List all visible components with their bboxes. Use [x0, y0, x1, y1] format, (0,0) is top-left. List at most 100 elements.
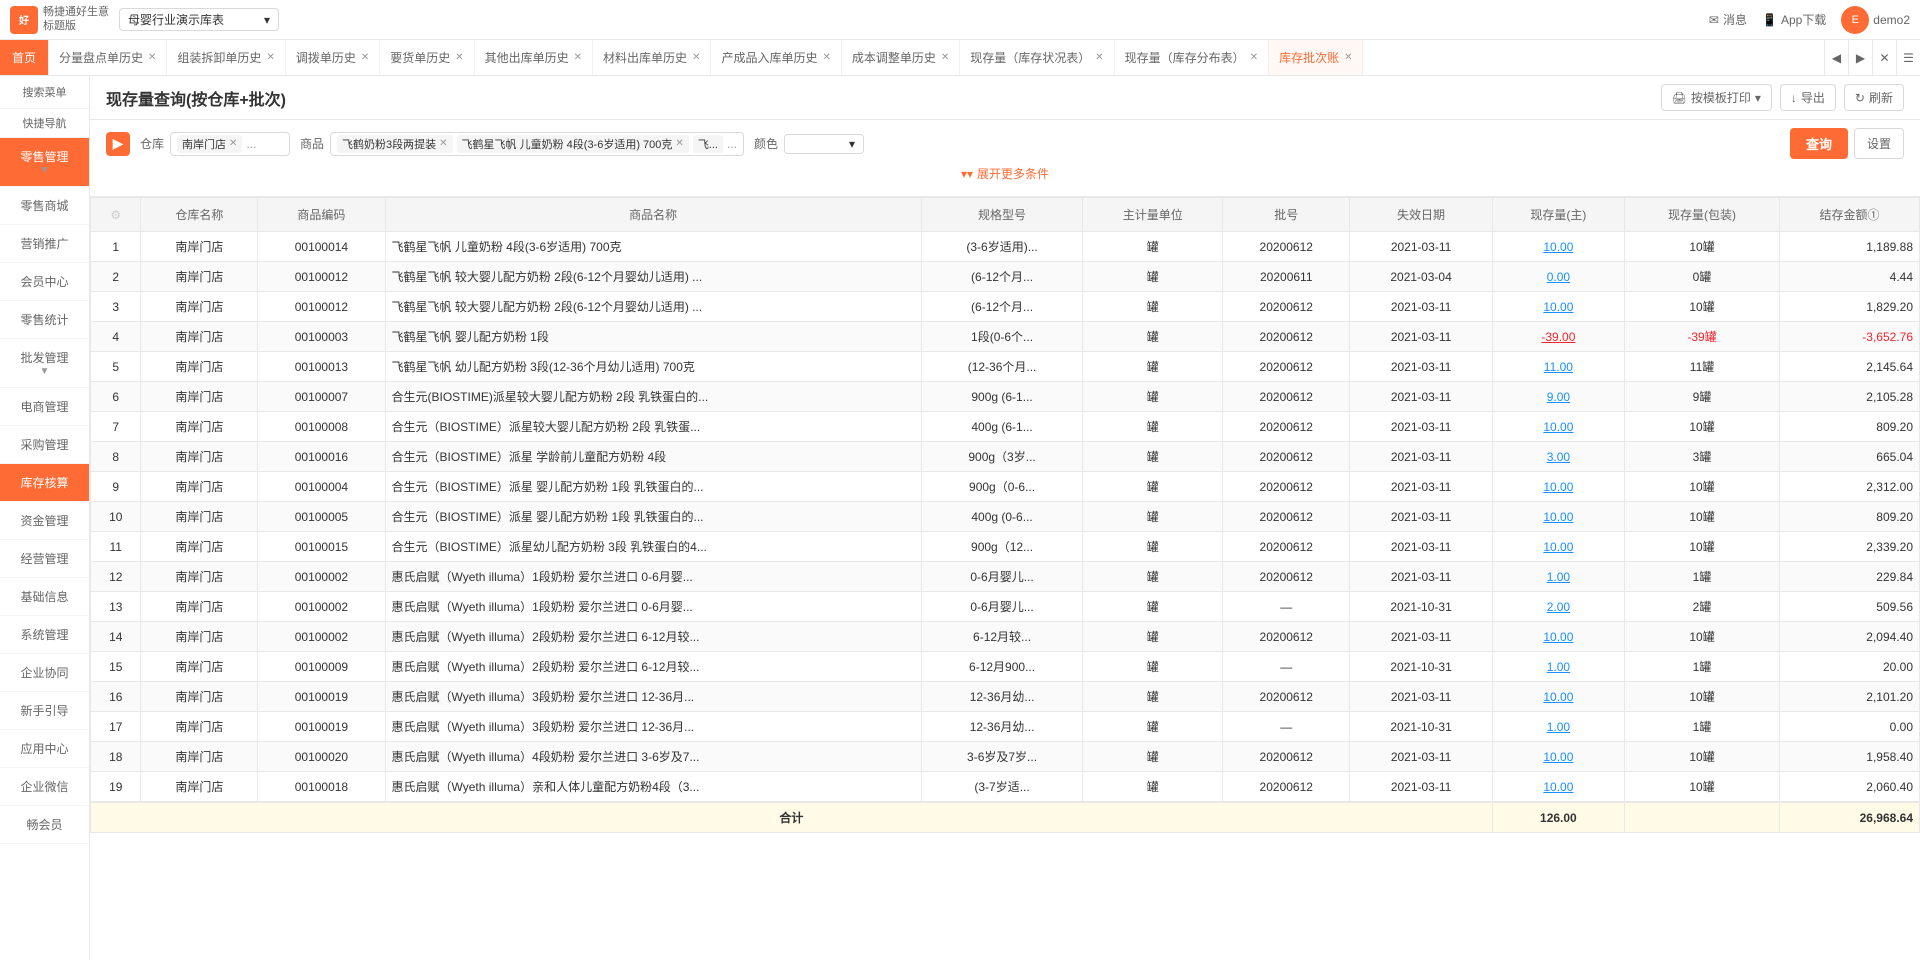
- product-tag-container[interactable]: 飞鹤奶粉3段两提装 ✕ 飞鹤星飞帆 儿童奶粉 4段(3-6岁适用) 700克 ✕…: [330, 132, 744, 156]
- cell-code: 00100013: [258, 352, 385, 382]
- tab-1[interactable]: 分量盘点单历史 ✕: [49, 40, 167, 76]
- filter-row-1: ▶ 仓库 南岸门店 ✕ ... 商品: [106, 128, 1904, 159]
- tab-7[interactable]: 产成品入库单历史 ✕: [711, 40, 841, 76]
- cell-no: 6: [91, 382, 141, 412]
- product-tag-3[interactable]: 飞...: [693, 135, 723, 153]
- sidebar-item-system[interactable]: 系统管理: [0, 616, 89, 654]
- col-settings[interactable]: ⚙: [91, 198, 141, 232]
- sidebar-item-app-center[interactable]: 应用中心: [0, 730, 89, 768]
- sidebar-item-member[interactable]: 畅会员: [0, 806, 89, 844]
- warehouse-tag-container[interactable]: 南岸门店 ✕ ...: [170, 132, 290, 156]
- cell-unit: 罐: [1083, 742, 1223, 772]
- cell-spec: 6-12月900...: [921, 652, 1083, 682]
- quick-nav[interactable]: 快捷导航: [0, 109, 89, 138]
- filter-toggle[interactable]: ▶: [106, 132, 130, 156]
- col-qty-main: 现存量(主): [1492, 198, 1624, 232]
- warehouse-more[interactable]: ...: [246, 137, 256, 151]
- query-btn[interactable]: 查询: [1790, 128, 1848, 159]
- cell-no: 13: [91, 592, 141, 622]
- tab-close-8[interactable]: ✕: [941, 52, 949, 63]
- cell-warehouse: 南岸门店: [141, 352, 258, 382]
- tab-3[interactable]: 调拨单历史 ✕: [286, 40, 380, 76]
- nav-prev-arrow[interactable]: ◀: [1824, 40, 1848, 76]
- tab-close-2[interactable]: ✕: [266, 52, 274, 63]
- cell-no: 9: [91, 472, 141, 502]
- sidebar-item-purchase[interactable]: 采购管理: [0, 426, 89, 464]
- tab-close-6[interactable]: ✕: [692, 52, 700, 63]
- nav-next-arrow[interactable]: ▶: [1848, 40, 1872, 76]
- tab-10[interactable]: 现存量（库存分布表） ✕: [1115, 40, 1269, 76]
- sidebar-item-ecommerce[interactable]: 电商管理: [0, 388, 89, 426]
- sidebar-item-base-info[interactable]: 基础信息: [0, 578, 89, 616]
- tab-home[interactable]: 首页: [0, 40, 49, 76]
- message-btn[interactable]: ✉ 消息: [1709, 11, 1747, 28]
- tab-6[interactable]: 材料出库单历史 ✕: [593, 40, 711, 76]
- cell-amount: 229.84: [1780, 562, 1920, 592]
- cell-name: 合生元（BIOSTIME）派星 婴儿配方奶粉 1段 乳铁蛋白的...: [385, 502, 921, 532]
- tab-close-3[interactable]: ✕: [361, 52, 369, 63]
- cell-qty-pack: 10罐: [1624, 232, 1779, 262]
- settings-icon[interactable]: ⚙: [110, 208, 121, 222]
- warehouse-tag-nanpings[interactable]: 南岸门店 ✕: [177, 135, 242, 153]
- tab-close-4[interactable]: ✕: [455, 52, 463, 63]
- product-filter: 商品 飞鹤奶粉3段两提装 ✕ 飞鹤星飞帆 儿童奶粉 4段(3-6岁适用) 700…: [300, 132, 744, 156]
- tab-close-11[interactable]: ✕: [1344, 52, 1352, 63]
- tab-11[interactable]: 库存批次账 ✕: [1269, 40, 1363, 76]
- sidebar-item-marketing[interactable]: 营销推广: [0, 225, 89, 263]
- app-download-btn[interactable]: 📱 App下载: [1762, 11, 1826, 28]
- tab-8[interactable]: 成本调整单历史 ✕: [842, 40, 960, 76]
- user-area[interactable]: E demo2: [1841, 6, 1910, 34]
- sidebar-item-wholesale[interactable]: 批发管理 ▼: [0, 339, 89, 388]
- cell-code: 00100015: [258, 532, 385, 562]
- cell-qty-pack: 10罐: [1624, 532, 1779, 562]
- tab-9[interactable]: 现存量（库存状况表） ✕: [960, 40, 1114, 76]
- sidebar-item-finance[interactable]: 资金管理: [0, 502, 89, 540]
- sidebar-item-member-center[interactable]: 会员中心: [0, 263, 89, 301]
- nav-close-arrow[interactable]: ✕: [1872, 40, 1896, 76]
- cell-qty-pack: 1罐: [1624, 652, 1779, 682]
- product-tag-2-close[interactable]: ✕: [675, 138, 683, 149]
- sidebar-item-retail-management[interactable]: 零售管理 ▼: [0, 138, 89, 187]
- sidebar-item-retail-mall[interactable]: 零售商城: [0, 187, 89, 225]
- sidebar-item-retail-stats[interactable]: 零售统计: [0, 301, 89, 339]
- product-tag-1-close[interactable]: ✕: [439, 138, 447, 149]
- cell-qty-main: -39.00: [1492, 322, 1624, 352]
- cell-code: 00100002: [258, 592, 385, 622]
- product-tag-1[interactable]: 飞鹤奶粉3段两提装 ✕: [337, 135, 453, 153]
- product-more[interactable]: ...: [727, 137, 737, 151]
- cell-no: 14: [91, 622, 141, 652]
- expand-more-btn[interactable]: ▾▾ 展开更多条件: [953, 163, 1057, 184]
- tab-close-9[interactable]: ✕: [1095, 52, 1103, 63]
- cell-qty-main: 10.00: [1492, 292, 1624, 322]
- refresh-btn[interactable]: ↻ 刷新: [1844, 84, 1904, 111]
- template-print-btn[interactable]: 🖨 按模板打印 ▾: [1661, 84, 1772, 111]
- tab-close-1[interactable]: ✕: [148, 52, 156, 63]
- sidebar-item-guide[interactable]: 新手引导: [0, 692, 89, 730]
- settings-btn[interactable]: 设置: [1854, 128, 1904, 159]
- sidebar-item-operation[interactable]: 经营管理: [0, 540, 89, 578]
- cell-unit: 罐: [1083, 292, 1223, 322]
- tab-5[interactable]: 其他出库单历史 ✕: [475, 40, 593, 76]
- cell-qty-main: 10.00: [1492, 472, 1624, 502]
- cell-amount: 2,312.00: [1780, 472, 1920, 502]
- tab-close-10[interactable]: ✕: [1250, 52, 1258, 63]
- print-icon: 🖨: [1672, 91, 1687, 105]
- cell-no: 4: [91, 322, 141, 352]
- cell-no: 12: [91, 562, 141, 592]
- warehouse-tag-close[interactable]: ✕: [229, 138, 237, 149]
- tab-close-5[interactable]: ✕: [574, 52, 582, 63]
- product-tag-2[interactable]: 飞鹤星飞帆 儿童奶粉 4段(3-6岁适用) 700克 ✕: [457, 135, 689, 153]
- sidebar-item-inventory[interactable]: 库存核算: [0, 464, 89, 502]
- search-menu[interactable]: 搜索菜单: [0, 76, 89, 109]
- tab-4[interactable]: 要货单历史 ✕: [380, 40, 474, 76]
- export-btn[interactable]: ↓ 导出: [1780, 84, 1836, 111]
- cell-unit: 罐: [1083, 232, 1223, 262]
- nav-menu-arrow[interactable]: ☰: [1896, 40, 1920, 76]
- cell-spec: 400g (6-1...: [921, 412, 1083, 442]
- tab-close-7[interactable]: ✕: [822, 52, 830, 63]
- tab-2[interactable]: 组装拆卸单历史 ✕: [167, 40, 285, 76]
- color-selector[interactable]: ▾: [784, 134, 864, 154]
- warehouse-selector[interactable]: 母婴行业演示库表 ▾: [119, 8, 279, 31]
- sidebar-item-wechat[interactable]: 企业微信: [0, 768, 89, 806]
- sidebar-item-enterprise[interactable]: 企业协同: [0, 654, 89, 692]
